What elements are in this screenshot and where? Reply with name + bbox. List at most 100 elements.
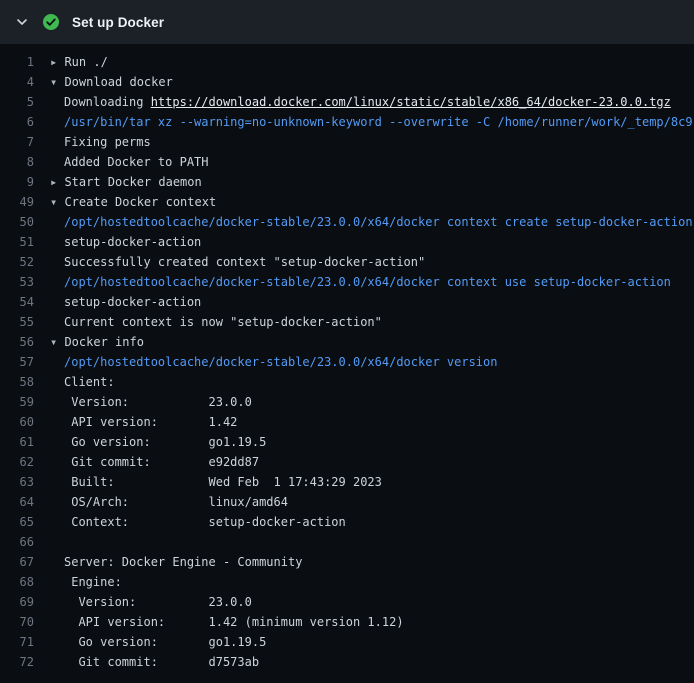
log-line: 67Server: Docker Engine - Community	[0, 552, 694, 572]
log-text: Current context is now "setup-docker-act…	[50, 312, 694, 332]
line-number[interactable]: 55	[0, 312, 50, 332]
collapse-toggle-icon[interactable]: ▾	[50, 75, 57, 89]
check-circle-icon	[42, 13, 60, 31]
line-number[interactable]: 67	[0, 552, 50, 572]
line-number[interactable]: 60	[0, 412, 50, 432]
log-text: Added Docker to PATH	[50, 152, 694, 172]
log-text: Git commit: d7573ab	[50, 652, 694, 672]
log-line: 69 Version: 23.0.0	[0, 592, 694, 612]
log-text: Engine:	[50, 572, 694, 592]
line-number[interactable]: 70	[0, 612, 50, 632]
log-line: 64 OS/Arch: linux/amd64	[0, 492, 694, 512]
line-number[interactable]: 65	[0, 512, 50, 532]
collapse-toggle-icon[interactable]: ▾	[50, 335, 57, 349]
log-line: 61 Go version: go1.19.5	[0, 432, 694, 452]
log-text: Downloading https://download.docker.com/…	[50, 92, 694, 112]
line-number[interactable]: 66	[0, 532, 50, 552]
log-line: 7Fixing perms	[0, 132, 694, 152]
log-line: 70 API version: 1.42 (minimum version 1.…	[0, 612, 694, 632]
group-line-text: ▸ Run ./	[50, 52, 694, 72]
group-line-text: ▸ Start Docker daemon	[50, 172, 694, 192]
log-line[interactable]: 1▸ Run ./	[0, 52, 694, 72]
group-line-text: ▾ Download docker	[50, 72, 694, 92]
command-text: /opt/hostedtoolcache/docker-stable/23.0.…	[50, 212, 694, 232]
log-text: Fixing perms	[50, 132, 694, 152]
log-text: API version: 1.42	[50, 412, 694, 432]
log-line[interactable]: 49▾ Create Docker context	[0, 192, 694, 212]
log-line[interactable]: 56▾ Docker info	[0, 332, 694, 352]
command-text: /usr/bin/tar xz --warning=no-unknown-key…	[50, 112, 694, 132]
log-text: API version: 1.42 (minimum version 1.12)	[50, 612, 694, 632]
log-line: 8Added Docker to PATH	[0, 152, 694, 172]
chevron-down-icon[interactable]	[14, 14, 30, 30]
log-line: 71 Go version: go1.19.5	[0, 632, 694, 652]
line-number[interactable]: 69	[0, 592, 50, 612]
line-number[interactable]: 58	[0, 372, 50, 392]
line-number[interactable]: 56	[0, 332, 50, 352]
line-number[interactable]: 57	[0, 352, 50, 372]
log-text: Client:	[50, 372, 694, 392]
line-number[interactable]: 50	[0, 212, 50, 232]
log-line: 53/opt/hostedtoolcache/docker-stable/23.…	[0, 272, 694, 292]
log-line: 72 Git commit: d7573ab	[0, 652, 694, 672]
line-number[interactable]: 4	[0, 72, 50, 92]
expand-toggle-icon[interactable]: ▸	[50, 175, 57, 189]
command-text: /opt/hostedtoolcache/docker-stable/23.0.…	[50, 352, 694, 372]
collapse-toggle-icon[interactable]: ▾	[50, 195, 57, 209]
log-link[interactable]: https://download.docker.com/linux/static…	[151, 95, 671, 109]
log-line: 51setup-docker-action	[0, 232, 694, 252]
log-line: 60 API version: 1.42	[0, 412, 694, 432]
line-number[interactable]: 8	[0, 152, 50, 172]
group-line-text: ▾ Create Docker context	[50, 192, 694, 212]
log-line: 55Current context is now "setup-docker-a…	[0, 312, 694, 332]
step-title: Set up Docker	[72, 15, 164, 30]
log-line: 58Client:	[0, 372, 694, 392]
line-number[interactable]: 68	[0, 572, 50, 592]
log-text: Version: 23.0.0	[50, 392, 694, 412]
log-line[interactable]: 9▸ Start Docker daemon	[0, 172, 694, 192]
command-text: /opt/hostedtoolcache/docker-stable/23.0.…	[50, 272, 694, 292]
log-line: 57/opt/hostedtoolcache/docker-stable/23.…	[0, 352, 694, 372]
expand-toggle-icon[interactable]: ▸	[50, 55, 57, 69]
line-number[interactable]: 54	[0, 292, 50, 312]
line-number[interactable]: 52	[0, 252, 50, 272]
line-number[interactable]: 71	[0, 632, 50, 652]
log-line: 65 Context: setup-docker-action	[0, 512, 694, 532]
line-number[interactable]: 49	[0, 192, 50, 212]
line-number[interactable]: 5	[0, 92, 50, 112]
line-number[interactable]: 1	[0, 52, 50, 72]
log-text: setup-docker-action	[50, 292, 694, 312]
log-line: 5Downloading https://download.docker.com…	[0, 92, 694, 112]
line-number[interactable]: 63	[0, 472, 50, 492]
log-line: 62 Git commit: e92dd87	[0, 452, 694, 472]
line-number[interactable]: 72	[0, 652, 50, 672]
line-number[interactable]: 6	[0, 112, 50, 132]
line-number[interactable]: 53	[0, 272, 50, 292]
log-text: OS/Arch: linux/amd64	[50, 492, 694, 512]
log-text: Built: Wed Feb 1 17:43:29 2023	[50, 472, 694, 492]
log-text: setup-docker-action	[50, 232, 694, 252]
log-text: Server: Docker Engine - Community	[50, 552, 694, 572]
log-line: 6/usr/bin/tar xz --warning=no-unknown-ke…	[0, 112, 694, 132]
log-text: Go version: go1.19.5	[50, 632, 694, 652]
line-number[interactable]: 51	[0, 232, 50, 252]
group-line-text: ▾ Docker info	[50, 332, 694, 352]
line-number[interactable]: 9	[0, 172, 50, 192]
log-line[interactable]: 4▾ Download docker	[0, 72, 694, 92]
log-line: 68 Engine:	[0, 572, 694, 592]
log-text	[50, 532, 694, 552]
line-number[interactable]: 64	[0, 492, 50, 512]
log-text: Successfully created context "setup-dock…	[50, 252, 694, 272]
log-text: Context: setup-docker-action	[50, 512, 694, 532]
line-number[interactable]: 62	[0, 452, 50, 472]
log-lines: 1▸ Run ./4▾ Download docker5Downloading …	[0, 44, 694, 672]
log-line: 59 Version: 23.0.0	[0, 392, 694, 412]
line-number[interactable]: 7	[0, 132, 50, 152]
step-header[interactable]: Set up Docker	[0, 0, 694, 44]
log-line: 63 Built: Wed Feb 1 17:43:29 2023	[0, 472, 694, 492]
log-line: 52Successfully created context "setup-do…	[0, 252, 694, 272]
line-number[interactable]: 61	[0, 432, 50, 452]
log-text: Go version: go1.19.5	[50, 432, 694, 452]
log-line: 50/opt/hostedtoolcache/docker-stable/23.…	[0, 212, 694, 232]
line-number[interactable]: 59	[0, 392, 50, 412]
